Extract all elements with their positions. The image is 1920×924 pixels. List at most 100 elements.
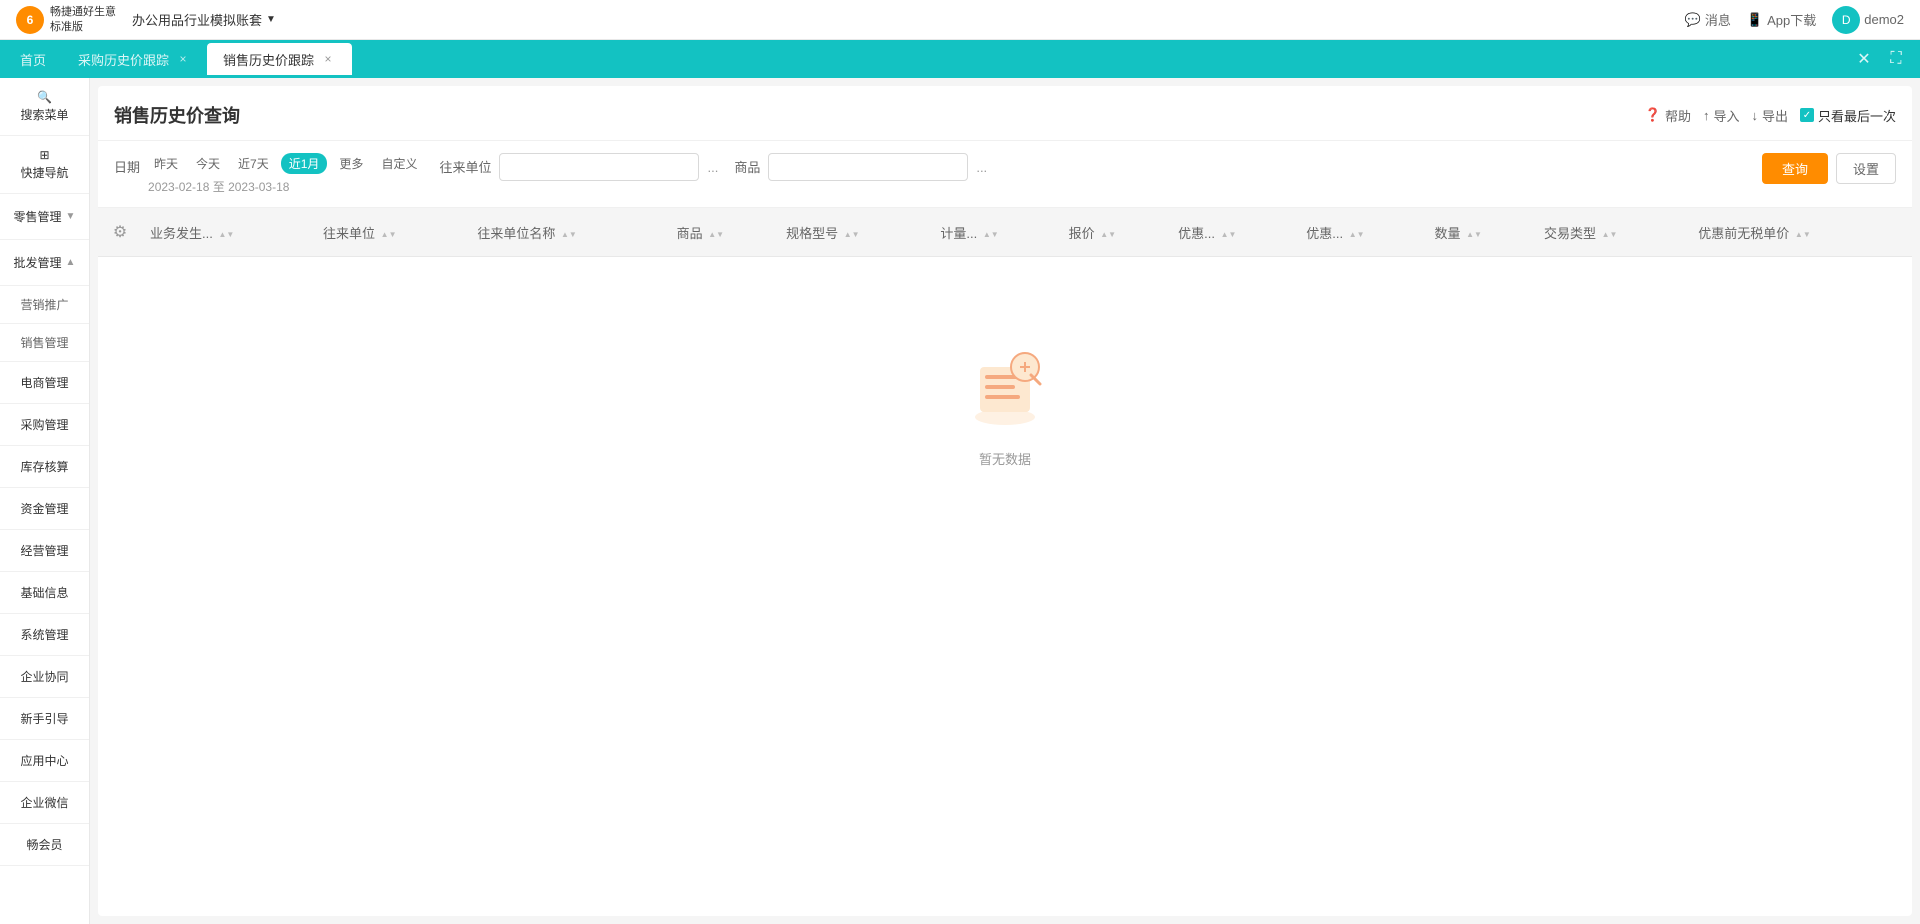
sidebar-item-search-menu[interactable]: 🔍 搜索菜单 [0, 78, 89, 136]
sidebar-item-member[interactable]: 畅会员 [0, 824, 89, 866]
th-discount2[interactable]: 优惠... ▲▼ [1298, 208, 1426, 257]
sidebar-item-marketing[interactable]: 营销推广 [0, 286, 89, 324]
page-header: 销售历史价查询 ❓ 帮助 ↑ 导入 ↓ 导出 ✓ [98, 86, 1912, 141]
date-btn-custom[interactable]: 自定义 [375, 153, 423, 174]
sidebar-item-purchase-mgmt[interactable]: 采购管理 [0, 404, 89, 446]
date-range-text: 2023-02-18 至 2023-03-18 [148, 178, 423, 195]
th-goods[interactable]: 商品 ▲▼ [669, 208, 779, 257]
help-btn[interactable]: ❓ 帮助 [1645, 106, 1691, 125]
tab-bar-actions: ✕ ⛶ [1852, 47, 1916, 71]
sidebar: 🔍 搜索菜单 ⊞ 快捷导航 零售管理 ▼ 批发管理 ▲ 营销推广 销售管理 电商… [0, 78, 90, 924]
date-label: 日期 [114, 153, 140, 176]
sidebar-item-ecommerce-mgmt[interactable]: 电商管理 [0, 362, 89, 404]
sidebar-item-new-guide[interactable]: 新手引导 [0, 698, 89, 740]
th-spec[interactable]: 规格型号 ▲▼ [778, 208, 932, 257]
tab-purchase-history[interactable]: 采购历史价跟踪 × [62, 43, 207, 75]
sidebar-item-operations-mgmt[interactable]: 经营管理 [0, 530, 89, 572]
th-trans-type[interactable]: 交易类型 ▲▼ [1536, 208, 1690, 257]
th-biz-date[interactable]: 业务发生... ▲▼ [142, 208, 315, 257]
main-layout: 🔍 搜索菜单 ⊞ 快捷导航 零售管理 ▼ 批发管理 ▲ 营销推广 销售管理 电商… [0, 78, 1920, 924]
sort-icon: ▲▼ [561, 230, 577, 239]
th-quantity[interactable]: 数量 ▲▼ [1426, 208, 1536, 257]
checkbox-icon: ✓ [1800, 108, 1814, 122]
header-left: 6 畅捷通好生意 标准版 办公用品行业模拟账套 ▼ [16, 5, 284, 34]
settings-button[interactable]: 设置 [1836, 153, 1896, 184]
sidebar-item-enterprise-coop[interactable]: 企业协同 [0, 656, 89, 698]
chevron-down-icon: ▼ [66, 211, 76, 222]
empty-state: 暂无数据 [98, 257, 1912, 548]
goods-input-group: ... [768, 153, 987, 181]
import-btn[interactable]: ↑ 导入 [1703, 106, 1740, 125]
th-partner-code[interactable]: 往来单位 ▲▼ [315, 208, 469, 257]
goods-filter-group: 商品 ... [734, 153, 987, 181]
export-btn[interactable]: ↓ 导出 [1751, 106, 1788, 125]
sidebar-item-quick-nav[interactable]: ⊞ 快捷导航 [0, 136, 89, 194]
message-btn[interactable]: 💬 消息 [1685, 10, 1731, 29]
sidebar-item-wholesale-mgmt[interactable]: 批发管理 ▲ [0, 240, 89, 286]
goods-input[interactable] [768, 153, 968, 181]
sidebar-item-sales-mgmt[interactable]: 销售管理 [0, 324, 89, 362]
date-btn-more[interactable]: 更多 [333, 153, 369, 174]
sidebar-item-system-mgmt[interactable]: 系统管理 [0, 614, 89, 656]
partner-dots-btn[interactable]: ... [707, 160, 718, 175]
tab-bar: 首页 采购历史价跟踪 × 销售历史价跟踪 × ✕ ⛶ [0, 40, 1920, 78]
th-settings: ⚙ [98, 208, 142, 257]
th-pre-discount-price[interactable]: 优惠前无税单价 ▲▼ [1690, 208, 1912, 257]
page-actions: ❓ 帮助 ↑ 导入 ↓ 导出 ✓ 只看最后一次 [1645, 106, 1896, 137]
sort-icon: ▲▼ [983, 230, 999, 239]
user-profile-btn[interactable]: D demo2 [1832, 6, 1904, 34]
show-last-checkbox[interactable]: ✓ 只看最后一次 [1800, 106, 1896, 125]
gear-icon[interactable]: ⚙ [106, 218, 134, 246]
chevron-down-icon: ▼ [266, 14, 276, 25]
query-button[interactable]: 查询 [1762, 153, 1828, 184]
sort-icon: ▲▼ [381, 230, 397, 239]
sidebar-item-inventory[interactable]: 库存核算 [0, 446, 89, 488]
sidebar-item-finance-mgmt[interactable]: 资金管理 [0, 488, 89, 530]
close-tab-sales[interactable]: × [320, 51, 336, 67]
th-discount1[interactable]: 优惠... ▲▼ [1170, 208, 1298, 257]
header-right: 💬 消息 📱 App下载 D demo2 [1685, 6, 1904, 34]
sidebar-item-enterprise-wechat[interactable]: 企业微信 [0, 782, 89, 824]
grid-icon: ⊞ [39, 148, 49, 162]
sidebar-item-app-center[interactable]: 应用中心 [0, 740, 89, 782]
date-btn-yesterday[interactable]: 昨天 [148, 153, 184, 174]
close-tab-purchase[interactable]: × [175, 51, 191, 67]
empty-icon [955, 337, 1055, 437]
date-btn-1month[interactable]: 近1月 [281, 153, 328, 174]
import-icon: ↑ [1703, 108, 1710, 123]
partner-label: 往来单位 [439, 153, 491, 176]
app-download-btn[interactable]: 📱 App下载 [1747, 10, 1816, 29]
sort-icon: ▲▼ [708, 230, 724, 239]
date-btn-today[interactable]: 今天 [190, 153, 226, 174]
sort-icon: ▲▼ [1100, 230, 1116, 239]
company-selector[interactable]: 办公用品行业模拟账套 ▼ [124, 6, 284, 33]
logo-text: 畅捷通好生意 标准版 [50, 5, 116, 34]
tab-sales-history[interactable]: 销售历史价跟踪 × [207, 43, 352, 75]
date-filter-group: 日期 昨天 今天 近7天 近1月 更多 自定义 2023-02-18 至 202… [114, 153, 423, 195]
goods-dots-btn[interactable]: ... [976, 160, 987, 175]
filter-actions: 查询 设置 [1762, 153, 1896, 184]
tab-home[interactable]: 首页 [4, 43, 62, 75]
search-icon: 🔍 [37, 90, 52, 104]
goods-label: 商品 [734, 153, 760, 176]
table-header: ⚙ 业务发生... ▲▼ 往来单位 ▲▼ 往来单位名称 [98, 208, 1912, 257]
th-unit[interactable]: 计量... ▲▼ [932, 208, 1060, 257]
avatar: D [1832, 6, 1860, 34]
sort-icon: ▲▼ [1795, 230, 1811, 239]
chevron-up-icon: ▲ [66, 257, 76, 268]
date-btn-7days[interactable]: 近7天 [232, 153, 275, 174]
th-quoted-price[interactable]: 报价 ▲▼ [1061, 208, 1171, 257]
partner-input[interactable] [499, 153, 699, 181]
close-window-btn[interactable]: ✕ [1852, 47, 1876, 71]
sidebar-item-basic-info[interactable]: 基础信息 [0, 572, 89, 614]
download-icon: 📱 [1747, 12, 1763, 28]
message-icon: 💬 [1685, 12, 1701, 28]
th-partner-name[interactable]: 往来单位名称 ▲▼ [469, 208, 668, 257]
content-area: 销售历史价查询 ❓ 帮助 ↑ 导入 ↓ 导出 ✓ [90, 78, 1920, 924]
partner-filter-group: 往来单位 ... [439, 153, 718, 181]
date-options: 昨天 今天 近7天 近1月 更多 自定义 2023-02-18 至 2023-0… [148, 153, 423, 195]
sidebar-item-retail-mgmt[interactable]: 零售管理 ▼ [0, 194, 89, 240]
maximize-btn[interactable]: ⛶ [1884, 47, 1908, 71]
sort-icon: ▲▼ [1349, 230, 1365, 239]
date-buttons: 昨天 今天 近7天 近1月 更多 自定义 [148, 153, 423, 174]
